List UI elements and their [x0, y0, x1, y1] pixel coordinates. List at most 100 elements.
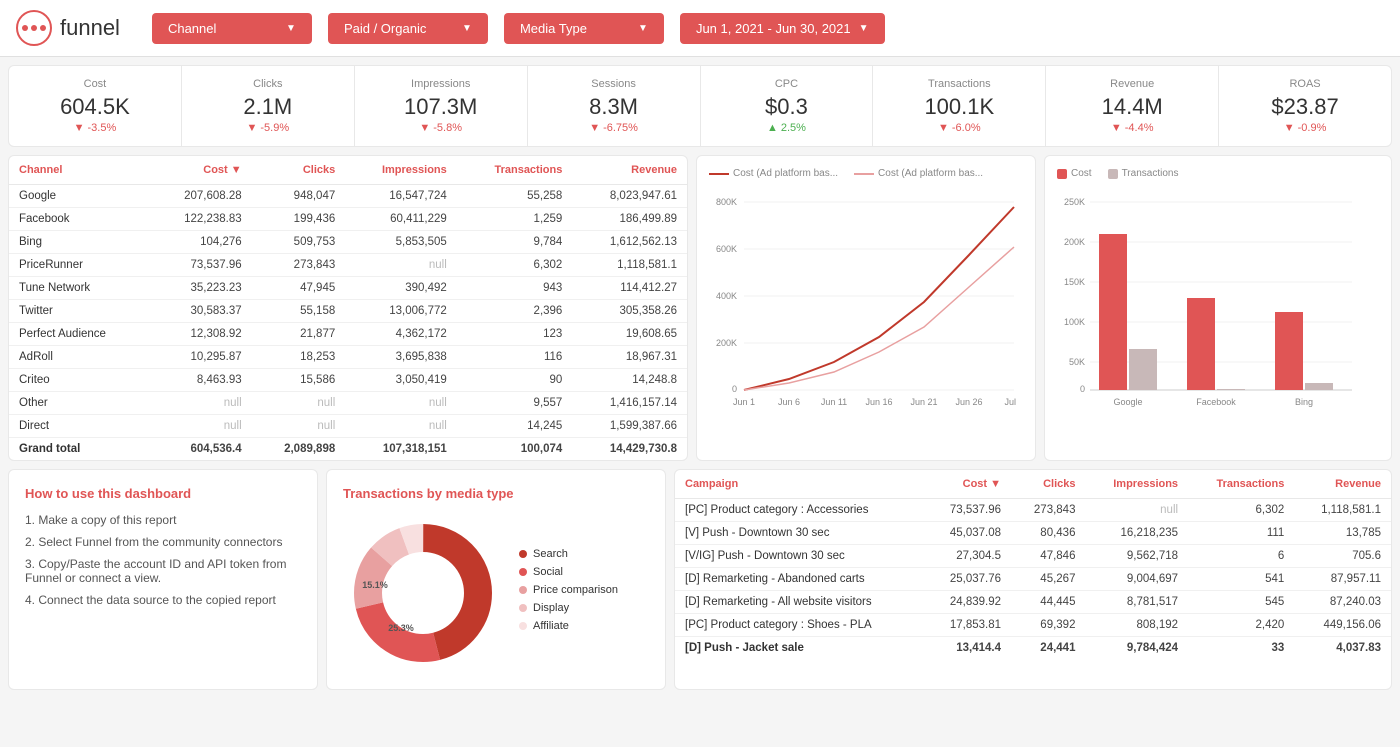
bar-chart-panel: Cost Transactions 250K 200K 150K 100K 50…	[1044, 155, 1392, 461]
revenue-col-header[interactable]: Revenue	[572, 156, 687, 185]
donut-legend-display-label: Display	[533, 602, 569, 614]
facebook-transactions-bar	[1217, 389, 1245, 390]
channel-cell-r7-c2: 18,253	[252, 346, 346, 369]
channel-cell-r1-c5: 186,499.89	[572, 208, 687, 231]
campaign-impressions-col-header[interactable]: Impressions	[1085, 470, 1188, 499]
channel-filter-button[interactable]: Channel ▼	[152, 13, 312, 44]
legend-transactions-bar-label: Transactions	[1122, 168, 1179, 179]
metric-change-value-3: -6.75%	[603, 122, 638, 134]
metric-value-2: 107.3M	[371, 94, 511, 120]
campaign-table-panel: Campaign Cost ▼ Clicks Impressions Trans…	[674, 469, 1392, 690]
bing-cost-bar	[1275, 312, 1303, 390]
metric-value-1: 2.1M	[198, 94, 338, 120]
legend-cost-dark-label: Cost (Ad platform bas...	[733, 168, 838, 179]
channel-cell-r0-c4: 55,258	[457, 185, 573, 208]
metric-label-2: Impressions	[371, 78, 511, 90]
campaign-table-row: [D] Remarketing - All website visitors24…	[675, 591, 1391, 614]
channel-cell-r3-c5: 1,118,581.1	[572, 254, 687, 277]
channel-cell-r9-c2: null	[252, 392, 346, 415]
channel-table-header-row: Channel Cost ▼ Clicks Impressions Transa…	[9, 156, 687, 185]
metric-change-arrow-0: ▼	[74, 122, 85, 134]
channel-cell-r2-c0: Bing	[9, 231, 150, 254]
channel-cell-r10-c5: 1,599,387.66	[572, 415, 687, 438]
channel-table-row: Criteo8,463.9315,5863,050,4199014,248.8	[9, 369, 687, 392]
metric-change-value-6: -4.4%	[1125, 122, 1154, 134]
svg-text:200K: 200K	[1064, 237, 1085, 247]
donut-legend-price-comp: Price comparison	[519, 584, 618, 596]
svg-text:250K: 250K	[1064, 197, 1085, 207]
campaign-cell-r6-c1: 13,414.4	[925, 637, 1011, 660]
channel-filter-arrow: ▼	[286, 23, 296, 34]
campaign-table-row: [D] Remarketing - Abandoned carts25,037.…	[675, 568, 1391, 591]
channel-cell-r0-c3: 16,547,724	[345, 185, 457, 208]
channel-cell-r9-c5: 1,416,157.14	[572, 392, 687, 415]
svg-text:150K: 150K	[1064, 277, 1085, 287]
svg-text:50K: 50K	[1069, 357, 1085, 367]
legend-cost-dark-line	[709, 173, 729, 175]
campaign-cell-r3-c1: 25,037.76	[925, 568, 1011, 591]
donut-legend-display: Display	[519, 602, 618, 614]
paid-organic-filter-button[interactable]: Paid / Organic ▼	[328, 13, 488, 44]
how-to-step-3: 3. Copy/Paste the account ID and API tok…	[25, 557, 301, 585]
channel-cell-r5-c5: 305,358.26	[572, 300, 687, 323]
channel-cell-r11-c4: 100,074	[457, 438, 573, 461]
svg-text:800K: 800K	[716, 197, 737, 207]
donut-legend-display-dot	[519, 604, 527, 612]
paid-organic-filter-arrow: ▼	[462, 23, 472, 34]
svg-text:600K: 600K	[716, 244, 737, 254]
media-type-filter-button[interactable]: Media Type ▼	[504, 13, 664, 44]
metric-change-arrow-6: ▼	[1111, 122, 1122, 134]
campaign-cell-r0-c1: 73,537.96	[925, 499, 1011, 522]
metric-value-0: 604.5K	[25, 94, 165, 120]
channel-table-row: Bing104,276509,7535,853,5059,7841,612,56…	[9, 231, 687, 254]
channel-cell-r2-c5: 1,612,562.13	[572, 231, 687, 254]
impressions-col-header[interactable]: Impressions	[345, 156, 457, 185]
metric-card-revenue: Revenue 14.4M ▼ -4.4%	[1046, 66, 1219, 146]
media-type-filter-arrow: ▼	[638, 23, 648, 34]
metric-value-6: 14.4M	[1062, 94, 1202, 120]
campaign-cell-r5-c0: [PC] Product category : Shoes - PLA	[675, 614, 925, 637]
metric-value-7: $23.87	[1235, 94, 1375, 120]
campaign-cell-r1-c3: 16,218,235	[1085, 522, 1188, 545]
campaign-cell-r4-c2: 44,445	[1011, 591, 1085, 614]
channel-cell-r0-c2: 948,047	[252, 185, 346, 208]
campaign-cell-r0-c5: 1,118,581.1	[1294, 499, 1391, 522]
campaign-clicks-col-header[interactable]: Clicks	[1011, 470, 1085, 499]
campaign-transactions-col-header[interactable]: Transactions	[1188, 470, 1294, 499]
metric-change-value-4: 2.5%	[781, 122, 806, 134]
campaign-table: Campaign Cost ▼ Clicks Impressions Trans…	[675, 470, 1391, 659]
campaign-cost-col-header[interactable]: Cost ▼	[925, 470, 1011, 499]
channel-cell-r6-c4: 123	[457, 323, 573, 346]
donut-title: Transactions by media type	[343, 486, 649, 501]
date-filter-button[interactable]: Jun 1, 2021 - Jun 30, 2021 ▼	[680, 13, 885, 44]
metric-label-0: Cost	[25, 78, 165, 90]
metric-change-value-5: -6.0%	[952, 122, 981, 134]
bar-chart-legend: Cost Transactions	[1057, 168, 1379, 179]
cost-col-header[interactable]: Cost ▼	[150, 156, 252, 185]
channel-cell-r4-c1: 35,223.23	[150, 277, 252, 300]
campaign-table-row: [PC] Product category : Shoes - PLA17,85…	[675, 614, 1391, 637]
channel-cell-r5-c0: Twitter	[9, 300, 150, 323]
channel-table-row: PriceRunner73,537.96273,843null6,3021,11…	[9, 254, 687, 277]
campaign-cell-r5-c2: 69,392	[1011, 614, 1085, 637]
legend-cost-light: Cost (Ad platform bas...	[854, 168, 983, 179]
metric-change-arrow-2: ▼	[419, 122, 430, 134]
svg-text:46%: 46%	[432, 560, 450, 570]
campaign-cell-r4-c3: 8,781,517	[1085, 591, 1188, 614]
campaign-table-row: [PC] Product category : Accessories73,53…	[675, 499, 1391, 522]
channel-cell-r10-c0: Direct	[9, 415, 150, 438]
legend-cost-light-label: Cost (Ad platform bas...	[878, 168, 983, 179]
clicks-col-header[interactable]: Clicks	[252, 156, 346, 185]
legend-cost-light-line	[854, 173, 874, 175]
transactions-col-header[interactable]: Transactions	[457, 156, 573, 185]
channel-col-header[interactable]: Channel	[9, 156, 150, 185]
channel-cell-r2-c3: 5,853,505	[345, 231, 457, 254]
channel-cell-r6-c3: 4,362,172	[345, 323, 457, 346]
campaign-revenue-col-header[interactable]: Revenue	[1294, 470, 1391, 499]
channel-cell-r5-c1: 30,583.37	[150, 300, 252, 323]
donut-svg: 46% 25.3% 15.1%	[343, 513, 503, 673]
channel-table-row: AdRoll10,295.8718,2533,695,83811618,967.…	[9, 346, 687, 369]
channel-cell-r11-c3: 107,318,151	[345, 438, 457, 461]
metric-change-4: ▲ 2.5%	[717, 122, 857, 134]
campaign-col-header[interactable]: Campaign	[675, 470, 925, 499]
